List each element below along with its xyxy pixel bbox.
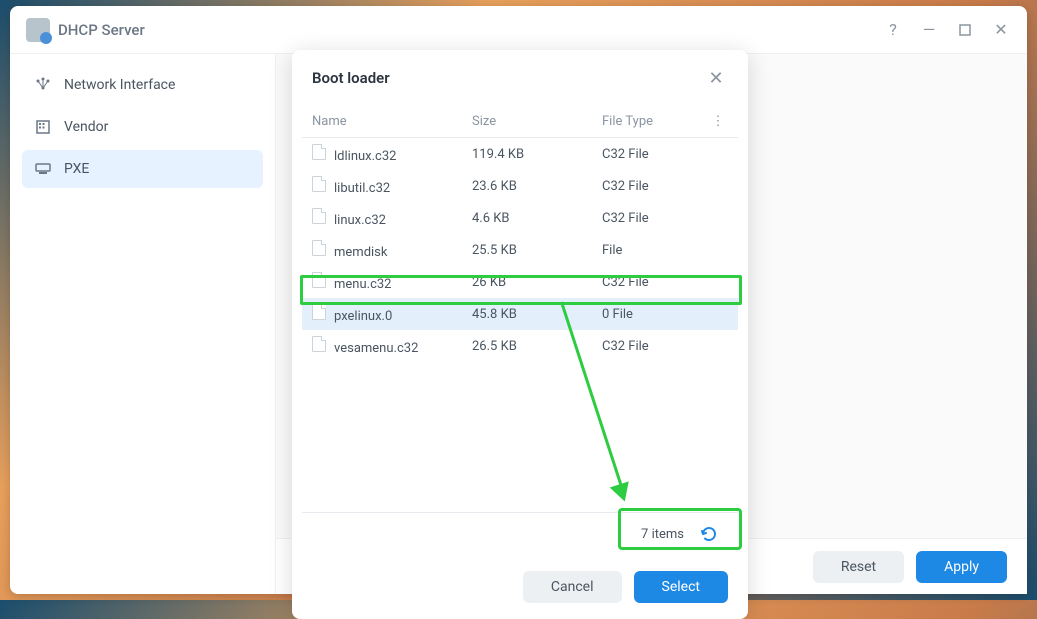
sidebar-item-label: Vendor [64,119,108,135]
modal-title: Boot loader [312,69,390,87]
column-size[interactable]: Size [472,114,602,129]
reset-button[interactable]: Reset [813,551,904,583]
file-size: 25.5 KB [472,243,602,258]
file-type: C32 File [602,147,728,162]
file-type: C32 File [602,179,728,194]
table-row[interactable]: linux.c32 4.6 KB C32 File [302,202,738,234]
modal-close-button[interactable]: ✕ [704,66,728,90]
window-controls: ? — ✕ [883,20,1011,40]
file-icon [312,272,326,288]
table-row[interactable]: libutil.c32 23.6 KB C32 File [302,170,738,202]
pxe-icon [34,160,52,178]
table-header: Name Size File Type ⋮ [302,106,738,138]
sidebar-item-vendor[interactable]: Vendor [22,108,263,146]
cancel-button[interactable]: Cancel [523,571,622,603]
table-row[interactable]: memdisk 25.5 KB File [302,234,738,266]
titlebar: DHCP Server ? — ✕ [10,6,1027,54]
sidebar-item-network-interface[interactable]: Network Interface [22,66,263,104]
table-row[interactable]: ldlinux.c32 119.4 KB C32 File [302,138,738,170]
minimize-button[interactable]: — [919,20,939,40]
table-footer: 7 items [302,512,738,555]
modal-header: Boot loader ✕ [292,50,748,106]
file-type: 0 File [602,307,728,322]
file-icon [312,304,326,320]
file-type: C32 File [602,275,728,290]
file-size: 4.6 KB [472,211,602,226]
file-size: 119.4 KB [472,147,602,162]
help-button[interactable]: ? [883,20,903,40]
file-name: linux.c32 [334,213,386,228]
file-name: libutil.c32 [334,181,390,196]
file-size: 45.8 KB [472,307,602,322]
file-name: vesamenu.c32 [334,341,418,356]
file-icon [312,144,326,160]
maximize-button[interactable] [955,20,975,40]
column-type[interactable]: File Type [602,114,708,129]
table-row[interactable]: pxelinux.0 45.8 KB 0 File [302,298,738,330]
sidebar-item-pxe[interactable]: PXE [22,150,263,188]
column-name[interactable]: Name [312,114,472,129]
file-name: menu.c32 [334,277,391,292]
building-icon [34,118,52,136]
file-icon [312,176,326,192]
table-row[interactable]: vesamenu.c32 26.5 KB C32 File [302,330,738,362]
file-type: File [602,243,728,258]
apply-button[interactable]: Apply [916,551,1007,583]
file-icon [312,208,326,224]
column-menu-button[interactable]: ⋮ [708,114,728,129]
file-type: C32 File [602,339,728,354]
file-type: C32 File [602,211,728,226]
file-size: 26 KB [472,275,602,290]
file-size: 26.5 KB [472,339,602,354]
window-title: DHCP Server [58,21,883,39]
app-icon [26,18,50,42]
network-icon [34,76,52,94]
close-button[interactable]: ✕ [991,20,1011,40]
file-name: pxelinux.0 [334,309,392,324]
sidebar-item-label: PXE [64,161,89,177]
modal-footer: Cancel Select [292,555,748,619]
sidebar-item-label: Network Interface [64,77,175,93]
sidebar: Network Interface Vendor PXE [10,54,275,594]
file-size: 23.6 KB [472,179,602,194]
file-name: memdisk [334,245,388,260]
file-icon [312,240,326,256]
select-button[interactable]: Select [634,571,728,603]
file-table: Name Size File Type ⋮ ldlinux.c32 119.4 … [292,106,748,555]
file-name: ldlinux.c32 [334,149,396,164]
refresh-icon[interactable] [700,525,718,543]
file-icon [312,336,326,352]
table-row[interactable]: menu.c32 26 KB C32 File [302,266,738,298]
boot-loader-modal: Boot loader ✕ Name Size File Type ⋮ ldli… [292,50,748,619]
item-count: 7 items [641,527,684,542]
